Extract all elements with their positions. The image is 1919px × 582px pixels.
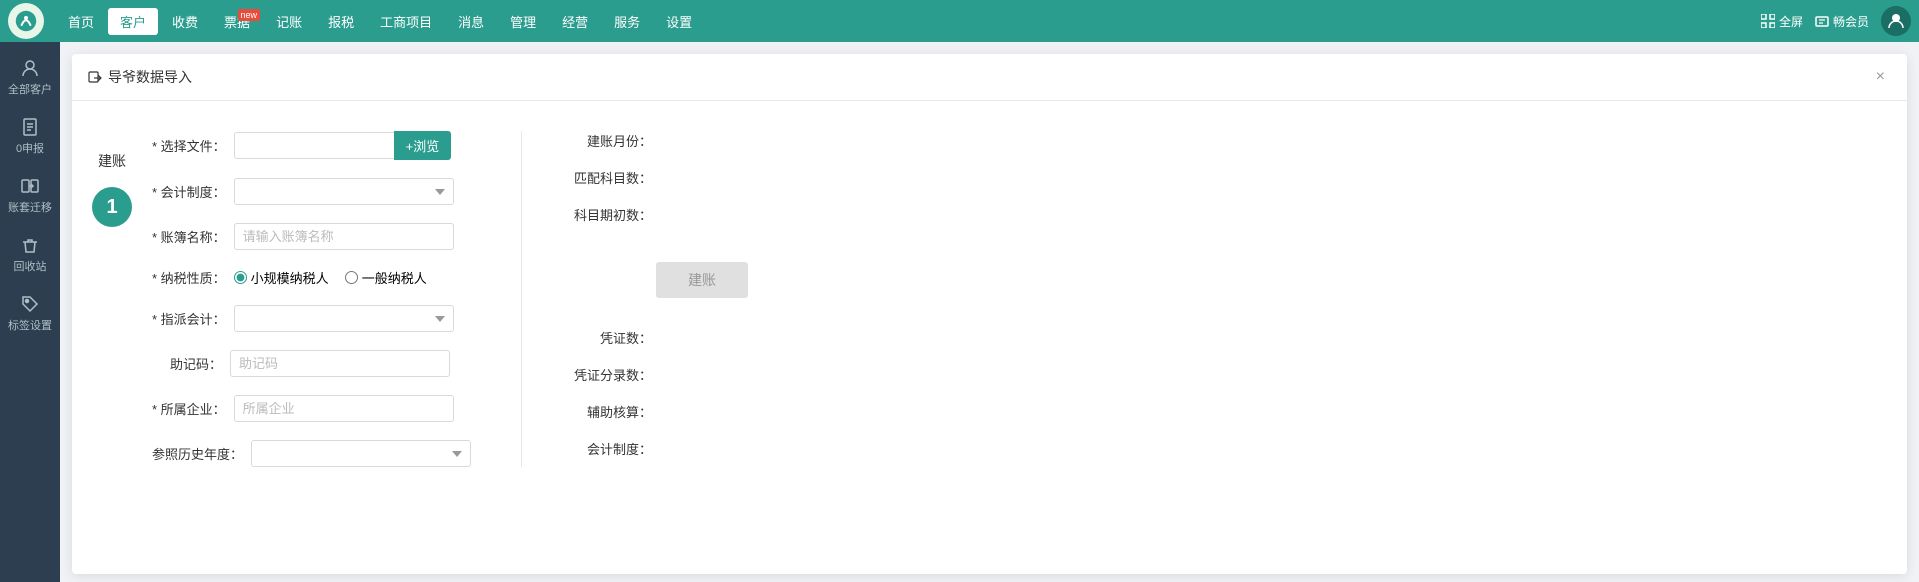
step-label: 建账	[98, 151, 126, 171]
accounting-system-label: * 会计制度：	[152, 182, 226, 201]
aux-calc-row: 辅助核算：	[572, 402, 832, 421]
file-input-group: +浏览	[234, 131, 452, 160]
month-row: 建账月份：	[572, 131, 832, 150]
vertical-divider	[521, 131, 522, 467]
sidebar-item-account-migration[interactable]: 账套迁移	[2, 168, 58, 223]
company-row: * 所属企业：	[152, 395, 471, 422]
nav-right: 全屏 畅会员	[1761, 6, 1911, 36]
nav-item-operations[interactable]: 经营	[550, 8, 600, 35]
voucher-entry-row: 凭证分录数：	[572, 365, 832, 384]
create-account-button[interactable]: 建账	[656, 262, 748, 298]
step-section: 建账 1	[92, 131, 132, 227]
memo-input[interactable]	[230, 350, 450, 377]
dialog-close-button[interactable]: ×	[1870, 66, 1891, 88]
file-row: * 选择文件： +浏览	[152, 131, 471, 160]
company-label: * 所属企业：	[152, 399, 226, 418]
tax-type-label: * 纳税性质：	[152, 268, 226, 287]
voucher-count-row: 凭证数：	[572, 328, 832, 347]
file-label: * 选择文件：	[152, 136, 226, 155]
file-input[interactable]	[234, 132, 394, 159]
info-panel: 建账月份： 匹配科目数： 科目期初数： 建账	[572, 131, 832, 467]
tax-type-radio-group: 小规模纳税人 一般纳税人	[234, 268, 427, 287]
content-area: 导爷数据导入 × 建账 1 * 选择文件：	[60, 42, 1919, 582]
dialog-title: 导爷数据导入	[88, 67, 192, 87]
nav-item-clients[interactable]: 客户	[108, 8, 158, 35]
accounting-system-select[interactable]	[234, 178, 454, 205]
form-section: * 选择文件： +浏览 * 会计制度：	[152, 131, 471, 467]
ledger-name-input[interactable]	[234, 223, 454, 250]
history-year-label: 参照历史年度：	[152, 444, 243, 463]
match-subject-row: 匹配科目数：	[572, 168, 832, 187]
assigned-accountant-label: * 指派会计：	[152, 309, 226, 328]
month-label: 建账月份：	[572, 131, 652, 150]
acc-system-row: 会计制度：	[572, 439, 832, 458]
nav-item-messages[interactable]: 消息	[446, 8, 496, 35]
avatar[interactable]	[1881, 6, 1911, 36]
main-layout: 全部客户 0申报 账套迁移 回收站	[0, 42, 1919, 582]
acc-system-label: 会计制度：	[572, 439, 652, 458]
nav-item-business[interactable]: 工商项目	[368, 8, 444, 35]
tax-type-row: * 纳税性质： 小规模纳税人 一般纳税人	[152, 268, 471, 287]
sidebar-item-tag-settings[interactable]: 标签设置	[2, 286, 58, 341]
radio-general-taxpayer[interactable]: 一般纳税人	[345, 268, 427, 287]
step-circle: 1	[92, 187, 132, 227]
match-subject-label: 匹配科目数：	[572, 168, 652, 187]
browse-button[interactable]: +浏览	[394, 131, 452, 160]
nav-logo[interactable]	[8, 3, 44, 39]
top-nav: 首页 客户 收费 票据 new 记账 报税 工商项目 消息 管理 经营 服务 设…	[0, 0, 1919, 42]
nav-items: 首页 客户 收费 票据 new 记账 报税 工商项目 消息 管理 经营 服务 设…	[56, 8, 1761, 35]
voucher-entry-label: 凭证分录数：	[572, 365, 652, 384]
new-badge: new	[238, 9, 261, 21]
nav-item-tax[interactable]: 报税	[316, 8, 366, 35]
import-icon	[88, 70, 102, 84]
accounting-system-row: * 会计制度：	[152, 178, 471, 205]
sidebar-item-all-clients[interactable]: 全部客户	[2, 50, 58, 105]
nav-item-home[interactable]: 首页	[56, 8, 106, 35]
member-button[interactable]: 畅会员	[1815, 13, 1869, 30]
subject-initial-row: 科目期初数：	[572, 205, 832, 224]
sidebar: 全部客户 0申报 账套迁移 回收站	[0, 42, 60, 582]
subject-initial-label: 科目期初数：	[572, 205, 652, 224]
radio-small-taxpayer[interactable]: 小规模纳税人	[234, 268, 329, 287]
nav-item-management[interactable]: 管理	[498, 8, 548, 35]
history-year-select[interactable]	[251, 440, 471, 467]
voucher-count-label: 凭证数：	[572, 328, 652, 347]
nav-item-fees[interactable]: 收费	[160, 8, 210, 35]
memo-row: 助记码：	[152, 350, 471, 377]
dialog-container: 导爷数据导入 × 建账 1 * 选择文件：	[72, 54, 1907, 574]
dialog-header: 导爷数据导入 ×	[72, 54, 1907, 101]
aux-calc-label: 辅助核算：	[572, 402, 652, 421]
ledger-name-row: * 账簿名称：	[152, 223, 471, 250]
company-input[interactable]	[234, 395, 454, 422]
nav-item-services[interactable]: 服务	[602, 8, 652, 35]
sidebar-item-declaration[interactable]: 0申报	[2, 109, 58, 164]
nav-item-settings[interactable]: 设置	[654, 8, 704, 35]
memo-label: 助记码：	[152, 354, 222, 373]
fullscreen-button[interactable]: 全屏	[1761, 13, 1803, 30]
assigned-accountant-select[interactable]	[234, 305, 454, 332]
nav-item-bookkeeping[interactable]: 记账	[264, 8, 314, 35]
create-btn-container: 建账	[572, 254, 832, 298]
nav-item-invoices[interactable]: 票据 new	[212, 8, 262, 35]
dialog-body: 建账 1 * 选择文件： +浏览	[72, 101, 1907, 497]
assigned-accountant-row: * 指派会计：	[152, 305, 471, 332]
ledger-name-label: * 账簿名称：	[152, 227, 226, 246]
history-year-row: 参照历史年度：	[152, 440, 471, 467]
sidebar-item-recycle[interactable]: 回收站	[2, 227, 58, 282]
